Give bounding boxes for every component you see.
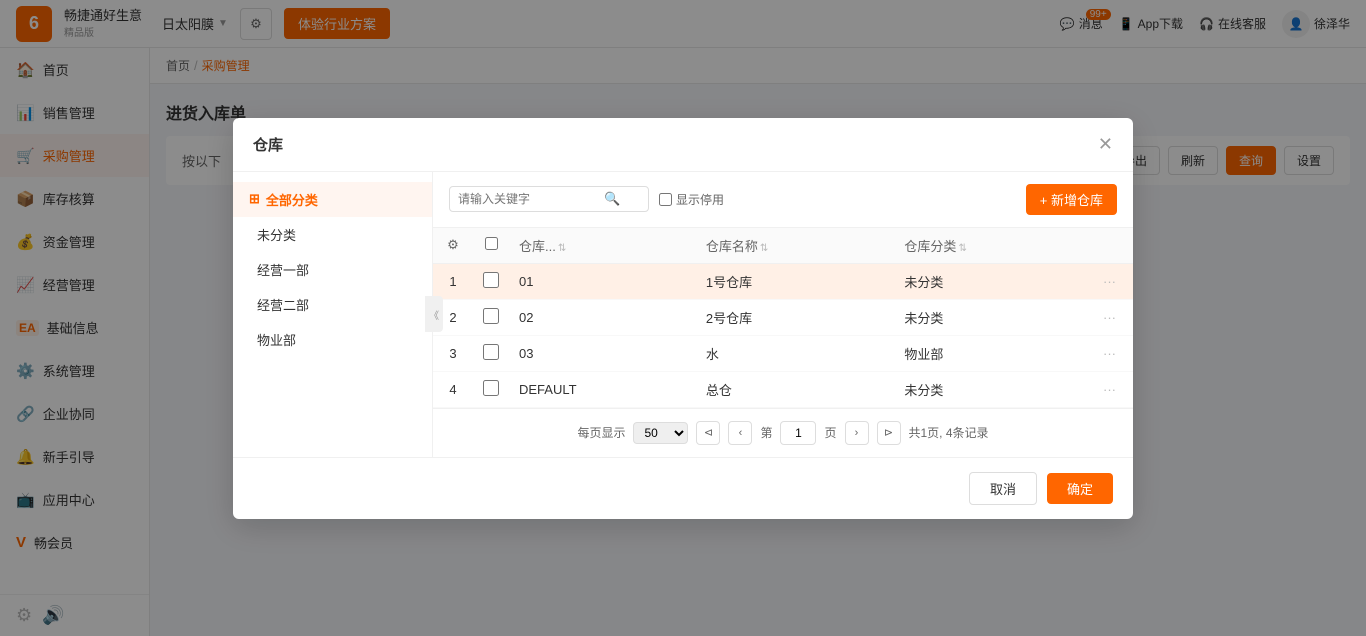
- col-category[interactable]: 仓库分类⇅: [894, 228, 1093, 264]
- row-checkbox[interactable]: [483, 272, 499, 288]
- row-code: 01: [509, 263, 696, 299]
- cancel-button[interactable]: 取消: [969, 472, 1037, 505]
- more-icon[interactable]: ···: [1103, 274, 1116, 289]
- page-number-input[interactable]: [780, 421, 816, 445]
- search-box: 🔍: [449, 186, 649, 212]
- row-more[interactable]: ···: [1093, 263, 1133, 299]
- table-row[interactable]: 2 02 2号仓库 未分类 ···: [433, 299, 1133, 335]
- page-unit: 页: [824, 424, 836, 441]
- category-panel-wrapper: ⊞ 全部分类 未分类 经营一部 经营二部 物业部 《: [233, 172, 433, 457]
- row-name: 2号仓库: [696, 299, 895, 335]
- category-item-dept2[interactable]: 经营二部: [233, 287, 432, 322]
- more-icon[interactable]: ···: [1103, 346, 1116, 361]
- grid-icon: ⊞: [249, 191, 260, 207]
- row-category: 未分类: [894, 263, 1093, 299]
- table-body: 1 01 1号仓库 未分类 ··· 2: [433, 263, 1133, 407]
- select-all-checkbox[interactable]: [485, 237, 498, 250]
- pagination: 每页显示 50 10 20 100 ⊲ ‹ 第 页 › ⊳ 共1页, 4条记录: [433, 408, 1133, 457]
- row-checkbox-cell: [473, 335, 509, 371]
- sort-icon-code: ⇅: [558, 243, 566, 254]
- table-panel: 🔍 显示停用 + 新增仓库 ⚙: [433, 172, 1133, 457]
- warehouse-table: ⚙ 仓库...⇅ 仓库名称⇅: [433, 228, 1133, 408]
- page-label: 第: [760, 424, 772, 441]
- more-icon[interactable]: ···: [1103, 310, 1116, 325]
- row-category: 未分类: [894, 371, 1093, 407]
- row-checkbox[interactable]: [483, 380, 499, 396]
- row-name: 总仓: [696, 371, 895, 407]
- row-checkbox[interactable]: [483, 344, 499, 360]
- search-input[interactable]: [458, 192, 598, 206]
- table-scroll: ⚙ 仓库...⇅ 仓库名称⇅: [433, 228, 1133, 408]
- show-disabled-checkbox[interactable]: 显示停用: [659, 191, 724, 208]
- category-panel: ⊞ 全部分类 未分类 经营一部 经营二部 物业部: [233, 172, 433, 457]
- col-settings[interactable]: ⚙: [433, 228, 473, 264]
- row-code: 02: [509, 299, 696, 335]
- col-action: [1093, 228, 1133, 264]
- prev-page-button[interactable]: ‹: [728, 421, 752, 445]
- show-disabled-label: 显示停用: [676, 191, 724, 208]
- sort-icon-name: ⇅: [760, 243, 768, 254]
- row-category: 未分类: [894, 299, 1093, 335]
- row-more[interactable]: ···: [1093, 335, 1133, 371]
- category-all-label: 全部分类: [266, 190, 318, 209]
- collapse-button[interactable]: 《: [425, 296, 443, 332]
- row-checkbox-cell: [473, 299, 509, 335]
- dialog-title: 仓库: [253, 134, 283, 155]
- show-disabled-input[interactable]: [659, 193, 672, 206]
- new-warehouse-button[interactable]: + 新增仓库: [1026, 184, 1117, 215]
- collapse-icon: 《: [429, 307, 439, 322]
- first-page-button[interactable]: ⊲: [696, 421, 720, 445]
- row-num: 1: [433, 263, 473, 299]
- dialog-close-button[interactable]: ✕: [1098, 134, 1113, 155]
- row-category: 物业部: [894, 335, 1093, 371]
- table-head: ⚙ 仓库...⇅ 仓库名称⇅: [433, 228, 1133, 264]
- search-icon[interactable]: 🔍: [604, 191, 620, 207]
- sort-icon-category: ⇅: [958, 243, 966, 254]
- row-checkbox-cell: [473, 263, 509, 299]
- row-num: 4: [433, 371, 473, 407]
- page-size-label: 每页显示: [577, 424, 625, 441]
- col-checkbox: [473, 228, 509, 264]
- warehouse-dialog: 仓库 ✕ ⊞ 全部分类 未分类 经营一部 经营二部 物业部 《: [233, 118, 1133, 519]
- overlay[interactable]: 仓库 ✕ ⊞ 全部分类 未分类 经营一部 经营二部 物业部 《: [0, 0, 1366, 636]
- category-item-property[interactable]: 物业部: [233, 322, 432, 357]
- col-code[interactable]: 仓库...⇅: [509, 228, 696, 264]
- row-checkbox-cell: [473, 371, 509, 407]
- row-more[interactable]: ···: [1093, 299, 1133, 335]
- row-code: 03: [509, 335, 696, 371]
- row-name: 水: [696, 335, 895, 371]
- confirm-button[interactable]: 确定: [1047, 473, 1113, 504]
- table-header-row: ⚙ 仓库...⇅ 仓库名称⇅: [433, 228, 1133, 264]
- table-toolbar: 🔍 显示停用 + 新增仓库: [433, 172, 1133, 228]
- category-all[interactable]: ⊞ 全部分类: [233, 182, 432, 217]
- dialog-body: ⊞ 全部分类 未分类 经营一部 经营二部 物业部 《: [233, 172, 1133, 457]
- row-code: DEFAULT: [509, 371, 696, 407]
- last-page-button[interactable]: ⊳: [877, 421, 901, 445]
- dialog-footer: 取消 确定: [233, 457, 1133, 519]
- table-row[interactable]: 4 DEFAULT 总仓 未分类 ···: [433, 371, 1133, 407]
- category-item-unclassified[interactable]: 未分类: [233, 217, 432, 252]
- col-name[interactable]: 仓库名称⇅: [696, 228, 895, 264]
- next-page-button[interactable]: ›: [845, 421, 869, 445]
- total-info: 共1页, 4条记录: [909, 424, 989, 441]
- dialog-header: 仓库 ✕: [233, 118, 1133, 172]
- table-row[interactable]: 3 03 水 物业部 ···: [433, 335, 1133, 371]
- page-size-select[interactable]: 50 10 20 100: [633, 422, 688, 444]
- table-row[interactable]: 1 01 1号仓库 未分类 ···: [433, 263, 1133, 299]
- row-checkbox[interactable]: [483, 308, 499, 324]
- row-num: 3: [433, 335, 473, 371]
- row-more[interactable]: ···: [1093, 371, 1133, 407]
- category-item-dept1[interactable]: 经营一部: [233, 252, 432, 287]
- row-name: 1号仓库: [696, 263, 895, 299]
- more-icon[interactable]: ···: [1103, 382, 1116, 397]
